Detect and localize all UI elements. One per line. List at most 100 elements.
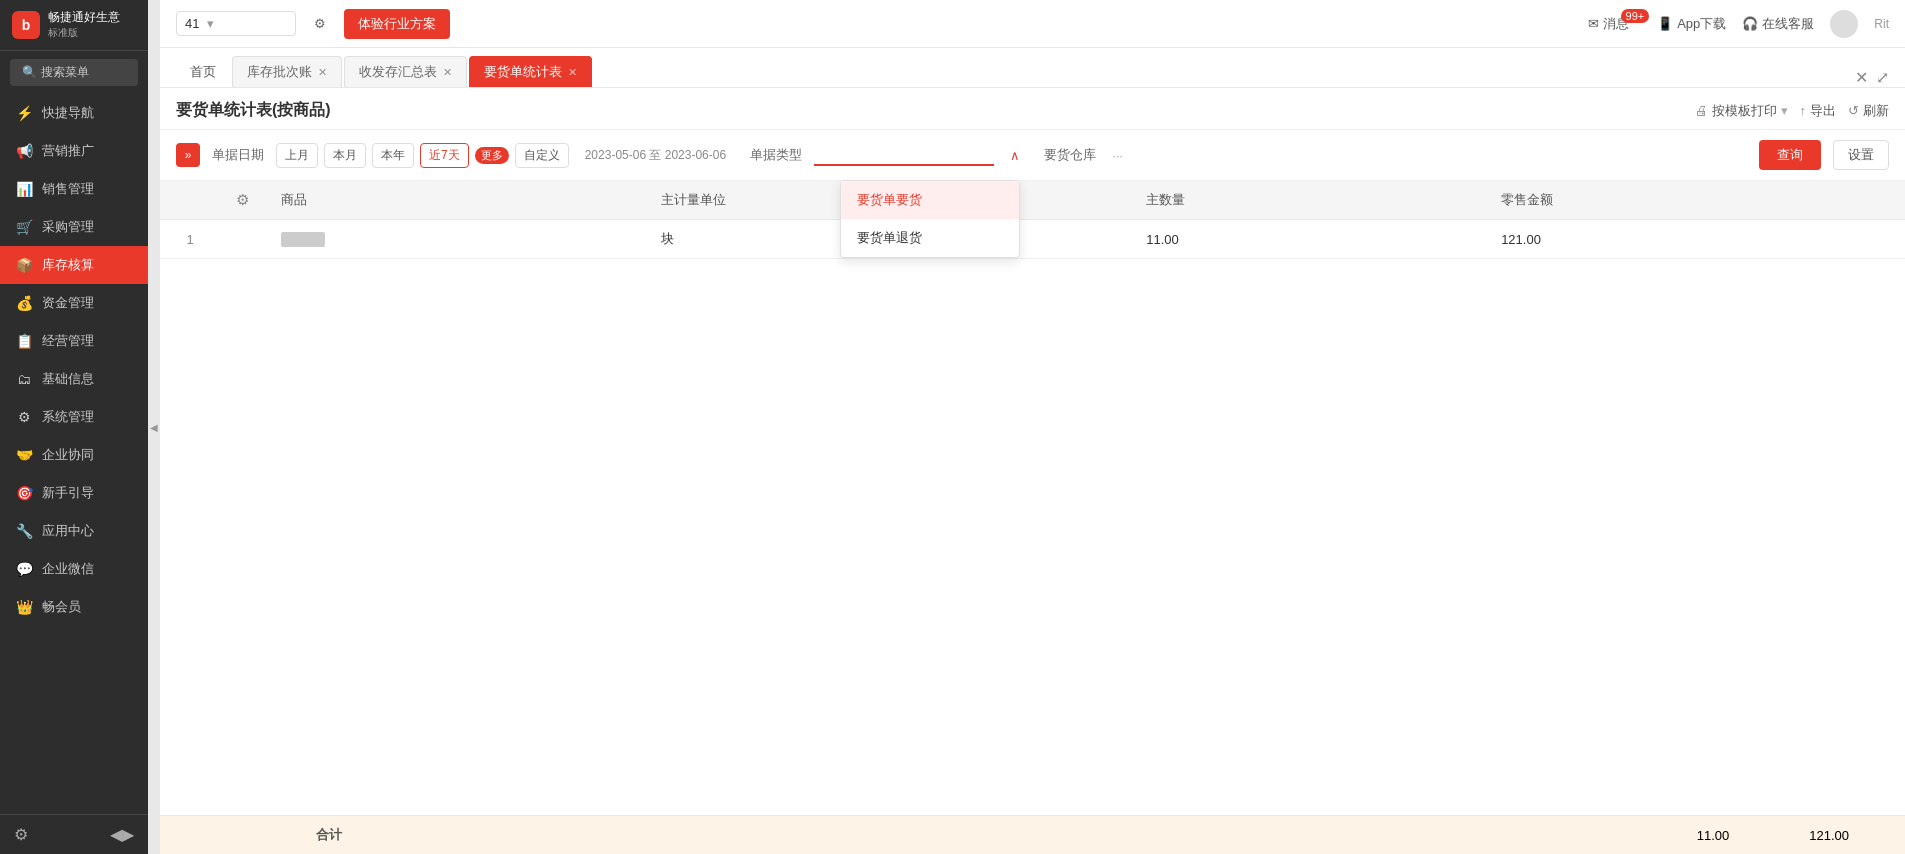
collapse-arrow: ◀	[150, 422, 158, 433]
sidebar-collapse-handle[interactable]: ◀	[148, 0, 160, 854]
purchase-icon: 🛒	[14, 219, 34, 235]
dropdown-item-order[interactable]: 要货单要货	[841, 181, 1019, 219]
page-header: 要货单统计表(按商品) 🖨 按模板打印 ▾ ↑ 导出 ↺ 刷新	[160, 88, 1905, 130]
user-avatar[interactable]	[1830, 10, 1858, 38]
sidebar-search[interactable]: 🔍 搜索菜单	[10, 59, 138, 86]
expand-icon: »	[185, 148, 192, 162]
column-settings-icon[interactable]: ⚙	[236, 191, 249, 208]
sidebar-item-collab[interactable]: 🤝 企业协同	[0, 436, 148, 474]
tab-batch-label: 库存批次账	[247, 63, 312, 81]
sidebar-item-label: 应用中心	[42, 522, 134, 540]
tab-batch[interactable]: 库存批次账 ✕	[232, 56, 342, 87]
date-last-month-btn[interactable]: 上月	[276, 143, 318, 168]
date-range-text: 2023-05-06 至 2023-06-06	[585, 147, 726, 164]
type-dropdown-arrow[interactable]: ∧	[1010, 148, 1020, 163]
sidebar-item-label: 新手引导	[42, 484, 134, 502]
app-download-label: App下载	[1677, 15, 1726, 33]
col-settings-header[interactable]: ⚙	[220, 181, 265, 220]
date-7days-btn[interactable]: 近7天	[420, 143, 469, 168]
gear-icon: ⚙	[314, 16, 326, 31]
export-label: 导出	[1810, 102, 1836, 120]
export-button[interactable]: ↑ 导出	[1800, 102, 1837, 120]
sidebar-item-label: 资金管理	[42, 294, 134, 312]
date-7days-label: 近7天	[429, 148, 460, 162]
refresh-button[interactable]: ↺ 刷新	[1848, 102, 1889, 120]
chevron-down-icon: ▾	[207, 16, 214, 31]
headset-icon: 🎧	[1742, 16, 1758, 31]
sidebar-item-purchase[interactable]: 🛒 采购管理	[0, 208, 148, 246]
sidebar-item-label: 畅会员	[42, 598, 134, 616]
sidebar-item-operations[interactable]: 📋 经营管理	[0, 322, 148, 360]
refresh-label: 刷新	[1863, 102, 1889, 120]
tab-expand-icon[interactable]: ⤢	[1876, 68, 1889, 87]
tab-summary[interactable]: 收发存汇总表 ✕	[344, 56, 467, 87]
date-custom-btn[interactable]: 自定义	[515, 143, 569, 168]
tab-order-stats-label: 要货单统计表	[484, 63, 562, 81]
filter-expand-button[interactable]: »	[176, 143, 200, 167]
table-footer: 合计 11.00 121.00	[160, 815, 1905, 854]
sidebar-item-finance[interactable]: 💰 资金管理	[0, 284, 148, 322]
row-qty: 11.00	[1130, 220, 1485, 259]
settings-footer-icon[interactable]: ⚙	[14, 825, 28, 844]
type-label: 单据类型	[750, 146, 802, 164]
date-this-month-btn[interactable]: 本月	[324, 143, 366, 168]
topbar-settings-button[interactable]: ⚙	[304, 8, 336, 40]
col-index-header	[160, 181, 220, 220]
apps-icon: 🔧	[14, 523, 34, 539]
sidebar-item-inventory[interactable]: 📦 库存核算	[0, 246, 148, 284]
type-input[interactable]	[814, 145, 994, 166]
tab-close-all-icon[interactable]: ✕	[1855, 68, 1868, 87]
print-icon: 🖨	[1695, 103, 1708, 118]
tab-batch-close-icon[interactable]: ✕	[318, 66, 327, 79]
sidebar-item-label: 基础信息	[42, 370, 134, 388]
sidebar-item-guide[interactable]: 🎯 新手引导	[0, 474, 148, 512]
phone-icon: 📱	[1657, 16, 1673, 31]
wechat-icon: 💬	[14, 561, 34, 577]
date-label: 单据日期	[212, 146, 264, 164]
topbar-left: 41 ▾ ⚙ 体验行业方案	[176, 8, 450, 40]
app-download-button[interactable]: 📱 App下载	[1657, 15, 1726, 33]
tab-summary-close-icon[interactable]: ✕	[443, 66, 452, 79]
collab-icon: 🤝	[14, 447, 34, 463]
collapse-icon[interactable]: ◀▶	[110, 825, 134, 844]
online-service-button[interactable]: 🎧 在线客服	[1742, 15, 1814, 33]
quicknav-icon: ⚡	[14, 105, 34, 121]
sidebar-item-sales[interactable]: 📊 销售管理	[0, 170, 148, 208]
dropdown-item-return[interactable]: 要货单退货	[841, 219, 1019, 257]
filter-area: » 单据日期 上月 本月 本年 近7天 更多 自定义 2023-05-06 至 …	[160, 130, 1905, 181]
logo-title: 畅捷通好生意	[48, 10, 120, 26]
logo-sub: 标准版	[48, 26, 120, 40]
sales-icon: 📊	[14, 181, 34, 197]
company-selector[interactable]: 41 ▾	[176, 11, 296, 36]
sidebar-item-apps[interactable]: 🔧 应用中心	[0, 512, 148, 550]
sidebar-item-label: 采购管理	[42, 218, 134, 236]
user-name: Rit	[1874, 17, 1889, 31]
warehouse-more-icon[interactable]: ···	[1112, 148, 1123, 163]
guide-icon: 🎯	[14, 485, 34, 501]
total-label: 合计	[316, 826, 342, 844]
sidebar-item-label: 营销推广	[42, 142, 134, 160]
operations-icon: 📋	[14, 333, 34, 349]
sidebar-item-label: 库存核算	[42, 256, 134, 274]
messages-button[interactable]: ✉ 消息 99+	[1588, 15, 1641, 33]
sidebar-item-marketing[interactable]: 📢 营销推广	[0, 132, 148, 170]
print-button[interactable]: 🖨 按模板打印 ▾	[1695, 102, 1788, 120]
row-settings-cell	[220, 220, 265, 259]
filter-setting-button[interactable]: 设置	[1833, 140, 1889, 170]
topbar-right: ✉ 消息 99+ 📱 App下载 🎧 在线客服 Rit	[1588, 10, 1889, 38]
row-product	[265, 220, 645, 259]
sidebar-item-member[interactable]: 👑 畅会员	[0, 588, 148, 626]
tab-order-stats[interactable]: 要货单统计表 ✕	[469, 56, 592, 87]
tab-order-stats-close-icon[interactable]: ✕	[568, 66, 577, 79]
tab-home[interactable]: 首页	[176, 57, 230, 87]
sidebar-nav: ⚡ 快捷导航 📢 营销推广 📊 销售管理 🛒 采购管理 📦 库存核算 💰 资金管…	[0, 94, 148, 814]
sidebar-item-wechat[interactable]: 💬 企业微信	[0, 550, 148, 588]
trial-button[interactable]: 体验行业方案	[344, 9, 450, 39]
sidebar-item-system[interactable]: ⚙ 系统管理	[0, 398, 148, 436]
date-this-year-btn[interactable]: 本年	[372, 143, 414, 168]
query-button[interactable]: 查询	[1759, 140, 1821, 170]
message-icon: ✉	[1588, 16, 1599, 31]
date-more-badge[interactable]: 更多	[475, 147, 509, 164]
sidebar-item-quicknav[interactable]: ⚡ 快捷导航	[0, 94, 148, 132]
sidebar-item-basic[interactable]: 🗂 基础信息	[0, 360, 148, 398]
